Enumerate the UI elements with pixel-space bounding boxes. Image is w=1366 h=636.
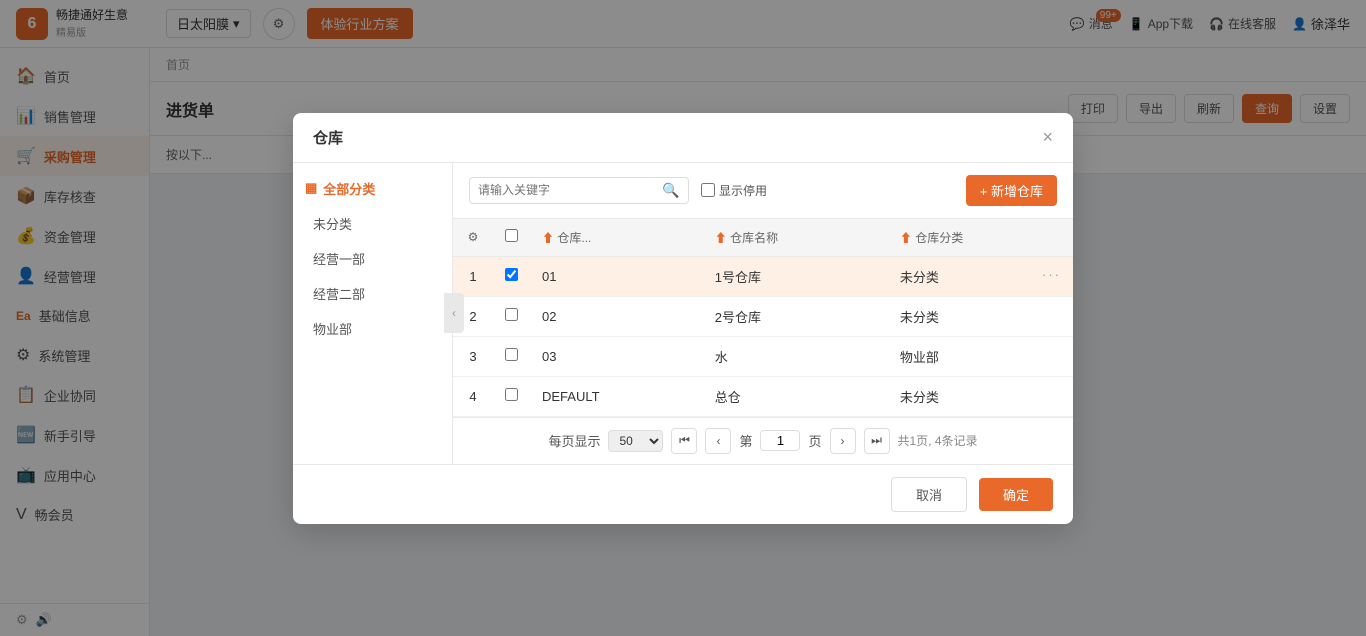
modal-header: 仓库 ×: [293, 113, 1073, 163]
select-all-checkbox[interactable]: [505, 229, 518, 242]
td-category: 物业部: [888, 336, 1073, 376]
td-id: 01: [530, 256, 703, 296]
td-id: 03: [530, 336, 703, 376]
first-page-button[interactable]: ⏮: [671, 428, 697, 454]
td-category: 未分类: [888, 376, 1073, 416]
td-category: 未分类: [888, 296, 1073, 336]
th-warehouse-category: ⬆ 仓库分类: [888, 219, 1073, 257]
th-warehouse-id: ⬆ 仓库...: [530, 219, 703, 257]
category-item-biz2[interactable]: 经营二部: [293, 276, 452, 311]
td-id: 02: [530, 296, 703, 336]
modal-overlay: 仓库 × ▦ 全部分类 未分类 经营一部 经营二部: [0, 0, 1366, 636]
total-info: 共1页, 4条记录: [898, 432, 978, 449]
td-name: 总仓: [703, 376, 888, 416]
pagination-bar: 每页显示 50 20 100 ⏮ ‹ 第 页 › ⏭ 共1页, 4条记录: [453, 417, 1073, 464]
search-icon: 🔍: [662, 182, 679, 199]
add-warehouse-button[interactable]: + 新增仓库: [966, 175, 1057, 206]
category-item-biz1[interactable]: 经营一部: [293, 241, 452, 276]
table-toolbar: 🔍 显示停用 + 新增仓库: [453, 163, 1073, 219]
td-row-num: 4: [453, 376, 493, 416]
warehouse-table: ⚙ ⬆ 仓库... ⬆: [453, 219, 1073, 417]
td-row-num: 3: [453, 336, 493, 376]
category-item-property[interactable]: 物业部: [293, 311, 452, 346]
td-checkbox[interactable]: [493, 256, 530, 296]
table-row[interactable]: 2 02 2号仓库 未分类: [453, 296, 1073, 336]
th-checkbox: [493, 219, 530, 257]
td-checkbox[interactable]: [493, 296, 530, 336]
search-input[interactable]: [478, 183, 658, 197]
page-number-input[interactable]: [760, 430, 800, 451]
row-checkbox[interactable]: [505, 348, 518, 361]
page-size-select[interactable]: 50 20 100: [608, 430, 663, 452]
td-name: 1号仓库: [703, 256, 888, 296]
td-name: 水: [703, 336, 888, 376]
data-table: ⚙ ⬆ 仓库... ⬆: [453, 219, 1073, 417]
table-body: 1 01 1号仓库 未分类 ··· 2 02 2号仓库 未分类 3 03 水 物…: [453, 256, 1073, 416]
table-header-row: ⚙ ⬆ 仓库... ⬆: [453, 219, 1073, 257]
th-settings: ⚙: [453, 219, 493, 257]
last-page-button[interactable]: ⏭: [864, 428, 890, 454]
td-name: 2号仓库: [703, 296, 888, 336]
show-disabled-checkbox[interactable]: [701, 183, 715, 197]
table-row[interactable]: 1 01 1号仓库 未分类 ···: [453, 256, 1073, 296]
table-panel: 🔍 显示停用 + 新增仓库 ⚙: [453, 163, 1073, 464]
modal-close-button[interactable]: ×: [1042, 127, 1053, 148]
more-options-button[interactable]: ···: [1042, 267, 1061, 282]
modal-title: 仓库: [313, 127, 343, 148]
category-item-unclassified[interactable]: 未分类: [293, 206, 452, 241]
category-panel: ▦ 全部分类 未分类 经营一部 经营二部 物业部 ‹: [293, 163, 453, 464]
td-checkbox[interactable]: [493, 336, 530, 376]
warehouse-modal: 仓库 × ▦ 全部分类 未分类 经营一部 经营二部: [293, 113, 1073, 524]
collapse-panel-button[interactable]: ‹: [444, 293, 464, 333]
td-id: DEFAULT: [530, 376, 703, 416]
cancel-button[interactable]: 取消: [891, 477, 967, 512]
td-checkbox[interactable]: [493, 376, 530, 416]
modal-footer: 取消 确定: [293, 464, 1073, 524]
row-checkbox[interactable]: [505, 388, 518, 401]
gear-header-icon: ⚙: [468, 230, 479, 244]
confirm-button[interactable]: 确定: [979, 478, 1053, 511]
td-category: 未分类 ···: [888, 256, 1073, 296]
table-row[interactable]: 3 03 水 物业部: [453, 336, 1073, 376]
next-page-button[interactable]: ›: [830, 428, 856, 454]
row-checkbox[interactable]: [505, 268, 518, 281]
td-row-num: 1: [453, 256, 493, 296]
search-input-wrap[interactable]: 🔍: [469, 177, 689, 204]
table-row[interactable]: 4 DEFAULT 总仓 未分类: [453, 376, 1073, 416]
grid-icon: ▦: [305, 180, 317, 196]
show-disabled-toggle[interactable]: 显示停用: [701, 182, 767, 199]
modal-body: ▦ 全部分类 未分类 经营一部 经营二部 物业部 ‹: [293, 163, 1073, 464]
row-checkbox[interactable]: [505, 308, 518, 321]
th-warehouse-name: ⬆ 仓库名称: [703, 219, 888, 257]
all-category-item[interactable]: ▦ 全部分类: [293, 171, 452, 206]
prev-page-button[interactable]: ‹: [705, 428, 731, 454]
